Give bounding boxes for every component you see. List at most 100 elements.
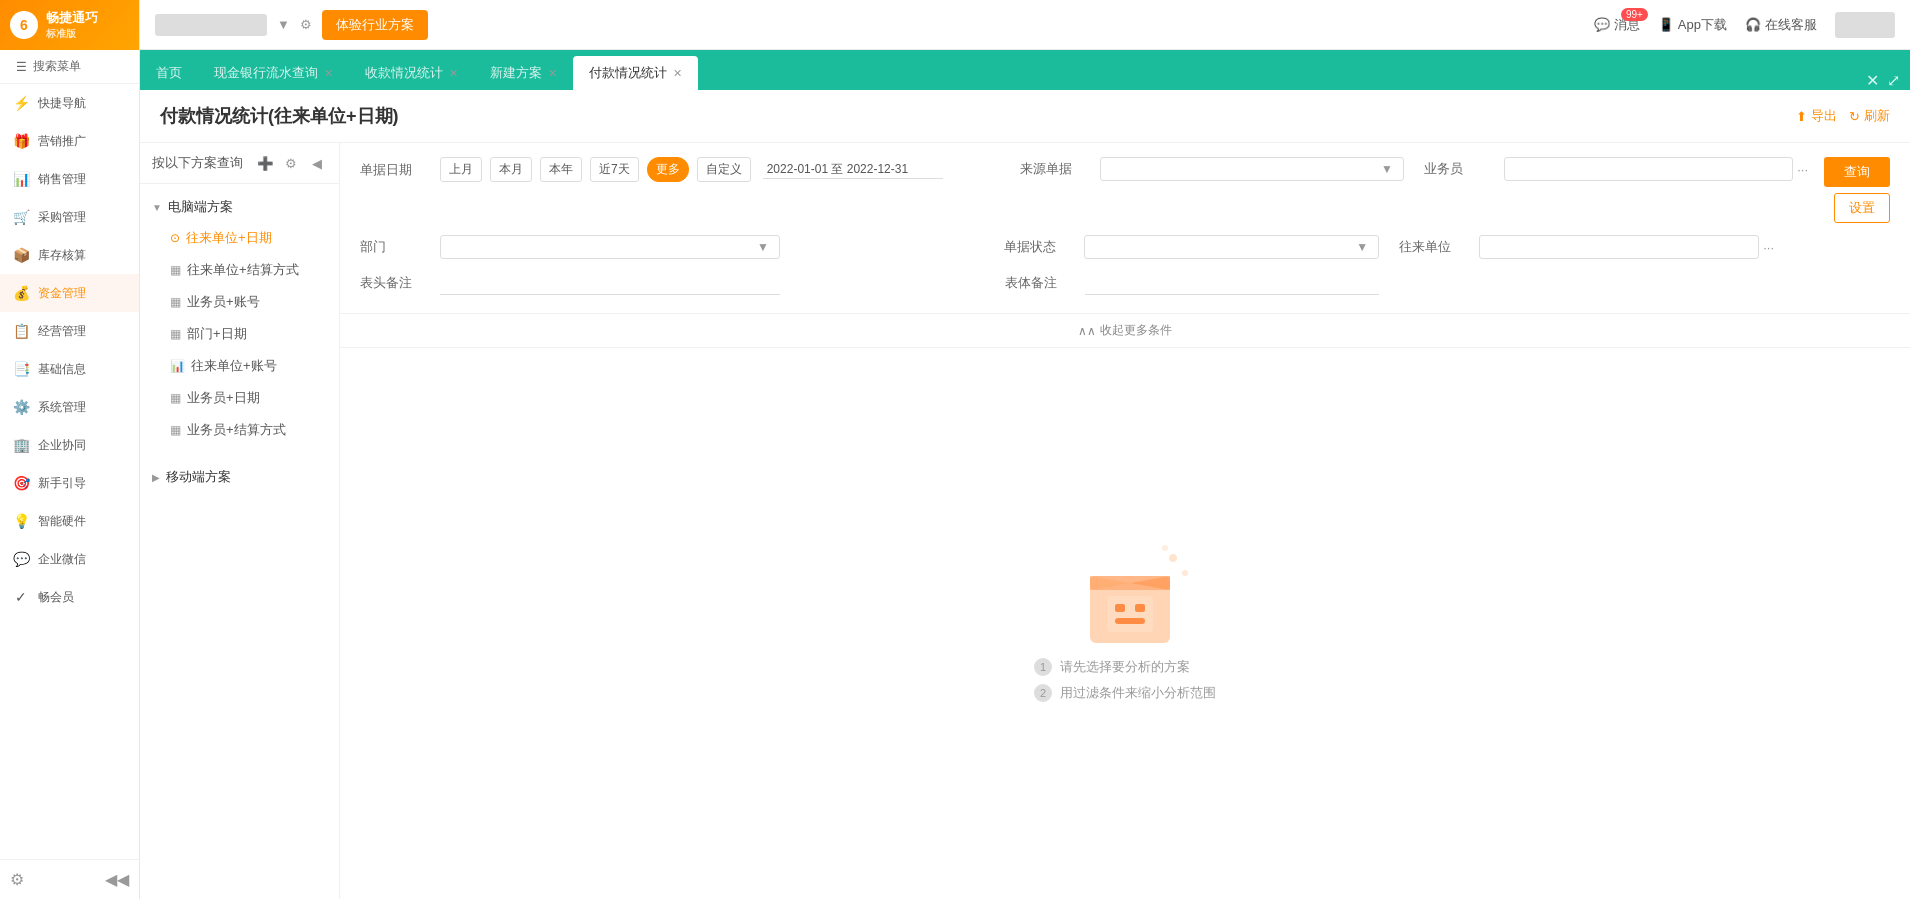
page-wrapper: 付款情况统计(往来单位+日期) ⬆ 导出 ↻ 刷新 按以下方案查询 <box>140 90 1910 899</box>
sidebar-item-member[interactable]: ✓ 畅会员 <box>0 578 139 616</box>
tab-home[interactable]: 首页 <box>140 56 198 90</box>
dept-select[interactable]: ▼ <box>440 235 780 259</box>
app-version: 标准版 <box>46 27 98 41</box>
add-scheme-btn[interactable]: ➕ <box>255 153 275 173</box>
tab-new-scheme-label: 新建方案 <box>490 64 542 82</box>
collapse-more-btn[interactable]: ∧∧ 收起更多条件 <box>1078 322 1172 339</box>
sidebar-item-guide[interactable]: 🎯 新手引导 <box>0 464 139 502</box>
scheme-item-5[interactable]: ▦ 业务员+日期 <box>140 382 339 414</box>
sidebar-item-finance[interactable]: 💰 资金管理 <box>0 274 139 312</box>
tab-receivable-close-icon[interactable]: ✕ <box>449 67 458 80</box>
settings-icon[interactable]: ⚙ <box>10 870 24 889</box>
sidebar-item-quick-nav[interactable]: ⚡ 快捷导航 <box>0 84 139 122</box>
tab-payment-close-icon[interactable]: ✕ <box>673 67 682 80</box>
hint-num-2: 2 <box>1034 684 1052 702</box>
operation-icon: 📋 <box>12 322 30 340</box>
counterpart-more-icon[interactable]: ··· <box>1763 240 1774 255</box>
online-service-btn[interactable]: 🎧 在线客服 <box>1745 16 1817 34</box>
scheme-item-chart-icon: 📊 <box>170 359 185 373</box>
counterpart-input[interactable] <box>1479 235 1759 259</box>
svg-rect-4 <box>1107 596 1153 632</box>
sidebar-item-operation[interactable]: 📋 经营管理 <box>0 312 139 350</box>
chevron-up-icon: ∧∧ <box>1078 324 1096 338</box>
purchase-icon: 🛒 <box>12 208 30 226</box>
sidebar-search[interactable]: ☰ 搜索菜单 <box>0 50 139 84</box>
scheme-item-0[interactable]: ⊙ 往来单位+日期 <box>140 222 339 254</box>
topbar-settings-icon[interactable]: ⚙ <box>300 17 312 32</box>
trial-btn[interactable]: 体验行业方案 <box>322 10 428 40</box>
sidebar-item-label: 资金管理 <box>38 285 86 302</box>
filter-body-remark-label: 表体备注 <box>1005 274 1085 292</box>
scheme-item-3[interactable]: ▦ 部门+日期 <box>140 318 339 350</box>
tab-receivable[interactable]: 收款情况统计 ✕ <box>349 56 474 90</box>
sidebar-item-enterprise[interactable]: 🏢 企业协同 <box>0 426 139 464</box>
scheme-header-actions: ➕ ⚙ ◀ <box>255 153 327 173</box>
scheme-section-desktop: ▼ 电脑端方案 ⊙ 往来单位+日期 ▦ 往来单位+结算方式 ▦ <box>140 184 339 454</box>
doc-status-select[interactable]: ▼ <box>1084 235 1379 259</box>
collapse-sidebar-icon[interactable]: ◀◀ <box>105 870 129 889</box>
sidebar-item-wechat[interactable]: 💬 企业微信 <box>0 540 139 578</box>
date-range-input[interactable] <box>763 160 943 179</box>
scheme-item-2[interactable]: ▦ 业务员+账号 <box>140 286 339 318</box>
tab-home-label: 首页 <box>156 64 182 82</box>
date-btn-more[interactable]: 更多 <box>647 157 689 182</box>
user-avatar[interactable] <box>1835 12 1895 38</box>
guide-icon: 🎯 <box>12 474 30 492</box>
scheme-item-1[interactable]: ▦ 往来单位+结算方式 <box>140 254 339 286</box>
hint-item-2: 2 用过滤条件来缩小分析范围 <box>1034 684 1216 702</box>
tabs-actions: ✕ ⤢ <box>1856 71 1910 90</box>
hint-num-1: 1 <box>1034 658 1052 676</box>
sidebar-item-sales[interactable]: 📊 销售管理 <box>0 160 139 198</box>
date-btn-custom[interactable]: 自定义 <box>697 157 751 182</box>
messages-btn[interactable]: 💬 消息 99+ <box>1594 16 1640 34</box>
dropdown-arrow-icon[interactable]: ▼ <box>277 17 290 32</box>
source-select[interactable]: ▼ <box>1100 157 1404 181</box>
scheme-item-4[interactable]: 📊 往来单位+账号 <box>140 350 339 382</box>
content-area: 付款情况统计(往来单位+日期) ⬆ 导出 ↻ 刷新 按以下方案查询 <box>140 90 1910 899</box>
sidebar-item-basic[interactable]: 📑 基础信息 <box>0 350 139 388</box>
scheme-item-label: 部门+日期 <box>187 325 247 343</box>
sidebar-item-label: 系统管理 <box>38 399 86 416</box>
sidebar-item-inventory[interactable]: 📦 库存核算 <box>0 236 139 274</box>
sidebar-footer: ⚙ ◀◀ <box>0 859 139 899</box>
app-download-btn[interactable]: 📱 App下载 <box>1658 16 1727 34</box>
chevron-right-icon: ▶ <box>152 472 160 483</box>
scheme-item-icon: ▦ <box>170 295 181 309</box>
date-btn-last-month[interactable]: 上月 <box>440 157 482 182</box>
tab-expand-btn[interactable]: ⤢ <box>1887 71 1900 90</box>
scheme-item-icon: ▦ <box>170 391 181 405</box>
tab-payment[interactable]: 付款情况统计 ✕ <box>573 56 698 90</box>
salesman-more-icon[interactable]: ··· <box>1797 162 1808 177</box>
sidebar-item-system[interactable]: ⚙️ 系统管理 <box>0 388 139 426</box>
page-actions: ⬆ 导出 ↻ 刷新 <box>1796 107 1890 125</box>
scheme-section-mobile-title[interactable]: ▶ 移动端方案 <box>140 462 339 492</box>
setting-btn[interactable]: 设置 <box>1834 193 1890 223</box>
sidebar-item-purchase[interactable]: 🛒 采购管理 <box>0 198 139 236</box>
online-service-label: 在线客服 <box>1765 16 1817 34</box>
settings-scheme-btn[interactable]: ⚙ <box>281 153 301 173</box>
query-btn[interactable]: 查询 <box>1824 157 1890 187</box>
date-btn-7days[interactable]: 近7天 <box>590 157 639 182</box>
sidebar-item-marketing[interactable]: 🎁 营销推广 <box>0 122 139 160</box>
scheme-item-label: 往来单位+结算方式 <box>187 261 299 279</box>
tab-close-all-btn[interactable]: ✕ <box>1866 71 1879 90</box>
filter-date-label: 单据日期 <box>360 161 440 179</box>
collapse-scheme-btn[interactable]: ◀ <box>307 153 327 173</box>
scheme-section-desktop-title[interactable]: ▼ 电脑端方案 <box>140 192 339 222</box>
refresh-btn[interactable]: ↻ 刷新 <box>1849 107 1890 125</box>
tab-bank-close-icon[interactable]: ✕ <box>324 67 333 80</box>
filter-date-options: 上月 本月 本年 近7天 更多 自定义 <box>440 157 1000 182</box>
tab-bank[interactable]: 现金银行流水查询 ✕ <box>198 56 349 90</box>
export-btn[interactable]: ⬆ 导出 <box>1796 107 1837 125</box>
tab-new-scheme-close-icon[interactable]: ✕ <box>548 67 557 80</box>
company-name <box>155 14 267 36</box>
service-icon: 🎧 <box>1745 17 1761 32</box>
date-btn-this-year[interactable]: 本年 <box>540 157 582 182</box>
tab-receivable-label: 收款情况统计 <box>365 64 443 82</box>
date-btn-this-month[interactable]: 本月 <box>490 157 532 182</box>
scheme-panel: 按以下方案查询 ➕ ⚙ ◀ ▼ 电脑端方案 ⊙ <box>140 143 340 899</box>
scheme-item-6[interactable]: ▦ 业务员+结算方式 <box>140 414 339 446</box>
salesman-input[interactable] <box>1504 157 1793 181</box>
tab-new-scheme[interactable]: 新建方案 ✕ <box>474 56 573 90</box>
sidebar-item-hardware[interactable]: 💡 智能硬件 <box>0 502 139 540</box>
